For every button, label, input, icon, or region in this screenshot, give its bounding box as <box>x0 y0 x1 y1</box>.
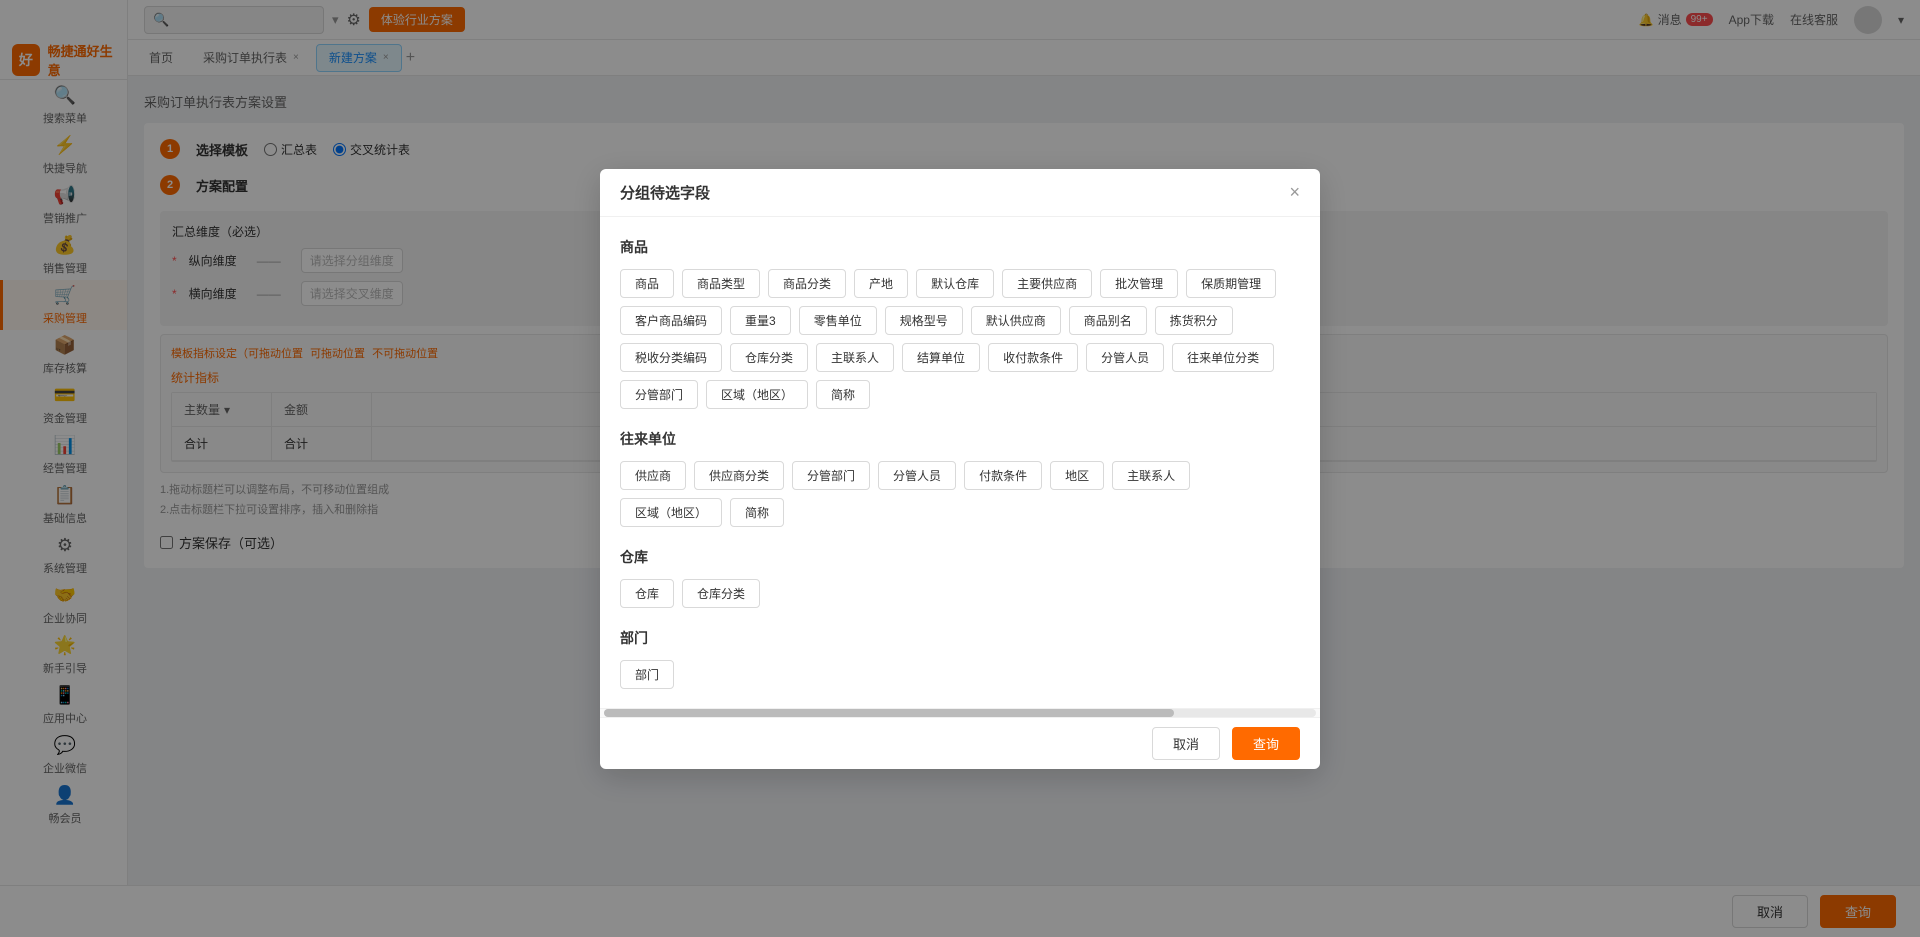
field-tag[interactable]: 部门 <box>620 660 674 689</box>
modal-confirm-button[interactable]: 查询 <box>1232 727 1300 760</box>
field-tag[interactable]: 分管人员 <box>878 461 956 490</box>
field-tag[interactable]: 零售单位 <box>799 306 877 335</box>
field-tag[interactable]: 区域（地区） <box>620 498 722 527</box>
field-tag[interactable]: 仓库 <box>620 579 674 608</box>
field-tag[interactable]: 分管部门 <box>792 461 870 490</box>
field-tag[interactable]: 默认供应商 <box>971 306 1061 335</box>
section-title-department: 部门 <box>620 628 1300 648</box>
modal-header: 分组待选字段 × <box>600 169 1320 217</box>
field-tags-department: 部门 <box>620 660 1300 689</box>
field-tag[interactable]: 地区 <box>1050 461 1104 490</box>
field-section-counterpart: 往来单位供应商供应商分类分管部门分管人员付款条件地区主联系人区域（地区） 简称 <box>620 429 1300 527</box>
field-tag[interactable]: 批次管理 <box>1100 269 1178 298</box>
field-tag[interactable]: 产地 <box>854 269 908 298</box>
field-tag[interactable]: 供应商 <box>620 461 686 490</box>
modal: 分组待选字段 × 商品商品商品类型商品分类产地默认仓库主要供应商批次管理保质期管… <box>600 169 1320 769</box>
field-tag[interactable]: 保质期管理 <box>1186 269 1276 298</box>
field-tag[interactable]: 商品 <box>620 269 674 298</box>
field-tag[interactable]: 商品分类 <box>768 269 846 298</box>
field-section-warehouse: 仓库仓库仓库分类 <box>620 547 1300 608</box>
modal-cancel-button[interactable]: 取消 <box>1152 727 1220 760</box>
field-tags-product: 商品商品类型商品分类产地默认仓库主要供应商批次管理保质期管理客户商品编码重量3 零… <box>620 269 1300 409</box>
field-section-product: 商品商品商品类型商品分类产地默认仓库主要供应商批次管理保质期管理客户商品编码重量… <box>620 237 1300 409</box>
field-tag[interactable]: 主联系人 <box>816 343 894 372</box>
field-tag[interactable]: 客户商品编码 <box>620 306 722 335</box>
field-tag[interactable]: 规格型号 <box>885 306 963 335</box>
field-tag[interactable]: 简称 <box>816 380 870 409</box>
modal-close-button[interactable]: × <box>1289 182 1300 203</box>
field-tag[interactable]: 重量3 <box>730 306 791 335</box>
field-tag[interactable]: 默认仓库 <box>916 269 994 298</box>
field-tag[interactable]: 供应商分类 <box>694 461 784 490</box>
field-tag[interactable]: 税收分类编码 <box>620 343 722 372</box>
field-tag[interactable]: 付款条件 <box>964 461 1042 490</box>
section-title-counterpart: 往来单位 <box>620 429 1300 449</box>
section-title-warehouse: 仓库 <box>620 547 1300 567</box>
field-tag[interactable]: 分管人员 <box>1086 343 1164 372</box>
field-tag[interactable]: 结算单位 <box>902 343 980 372</box>
field-tag[interactable]: 主要供应商 <box>1002 269 1092 298</box>
field-tags-warehouse: 仓库仓库分类 <box>620 579 1300 608</box>
field-tag[interactable]: 主联系人 <box>1112 461 1190 490</box>
field-tag[interactable]: 分管部门 <box>620 380 698 409</box>
field-tag[interactable]: 简称 <box>730 498 784 527</box>
section-title-product: 商品 <box>620 237 1300 257</box>
field-tag[interactable]: 拣货积分 <box>1155 306 1233 335</box>
field-tag[interactable]: 仓库分类 <box>682 579 760 608</box>
field-tag[interactable]: 收付款条件 <box>988 343 1078 372</box>
field-tag[interactable]: 区域（地区） <box>706 380 808 409</box>
field-tag[interactable]: 往来单位分类 <box>1172 343 1274 372</box>
field-tag[interactable]: 仓库分类 <box>730 343 808 372</box>
modal-body[interactable]: 商品商品商品类型商品分类产地默认仓库主要供应商批次管理保质期管理客户商品编码重量… <box>600 217 1320 708</box>
field-tag[interactable]: 商品类型 <box>682 269 760 298</box>
field-section-department: 部门部门 <box>620 628 1300 689</box>
field-tag[interactable]: 商品别名 <box>1069 306 1147 335</box>
modal-title: 分组待选字段 <box>620 182 710 203</box>
field-tags-counterpart: 供应商供应商分类分管部门分管人员付款条件地区主联系人区域（地区） 简称 <box>620 461 1300 527</box>
modal-hscroll[interactable] <box>600 708 1320 717</box>
modal-footer: 取消 查询 <box>600 717 1320 769</box>
